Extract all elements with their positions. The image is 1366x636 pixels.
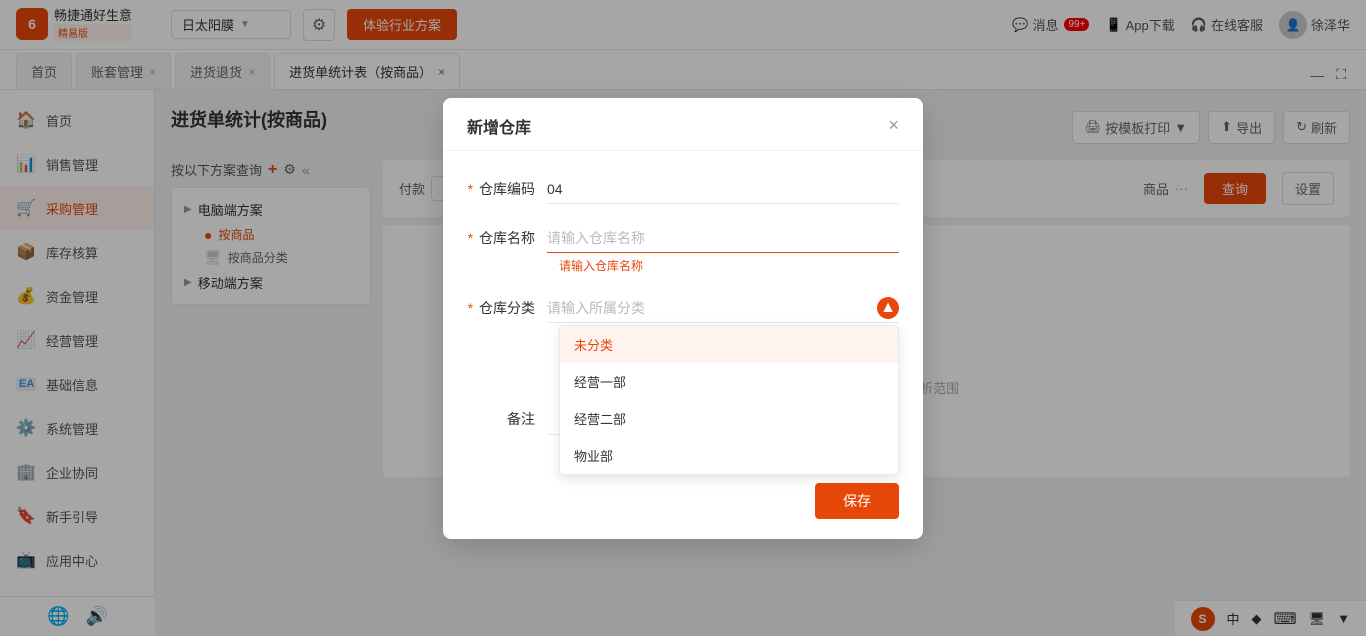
category-input-wrap: ▲ xyxy=(547,294,899,323)
code-row: * 仓库编码 xyxy=(467,175,899,204)
dropdown-item-unclassified[interactable]: 未分类 xyxy=(560,326,898,363)
dropdown-item-dept3[interactable]: 物业部 xyxy=(560,437,898,474)
code-input[interactable] xyxy=(547,175,899,204)
modal-body: * 仓库编码 * 仓库名称 请输入仓库名称 * xyxy=(443,151,923,471)
note-label: 备注 xyxy=(467,409,547,429)
modal-overlay[interactable]: 新增仓库 × * 仓库编码 * 仓库名称 xyxy=(0,0,1366,636)
dropdown-item-dept1[interactable]: 经营一部 xyxy=(560,363,898,400)
modal-close-icon[interactable]: × xyxy=(888,115,899,136)
category-label: * 仓库分类 xyxy=(467,298,547,318)
modal-footer: 保存 xyxy=(443,471,923,539)
category-toggle-icon[interactable]: ▲ xyxy=(877,297,899,319)
add-warehouse-modal: 新增仓库 × * 仓库编码 * 仓库名称 xyxy=(443,98,923,539)
dropdown-item-dept2[interactable]: 经营二部 xyxy=(560,400,898,437)
name-row: * 仓库名称 请输入仓库名称 xyxy=(467,224,899,274)
name-input[interactable] xyxy=(547,224,899,253)
save-button[interactable]: 保存 xyxy=(815,483,899,519)
code-label: * 仓库编码 xyxy=(467,179,547,199)
name-label: * 仓库名称 xyxy=(467,228,547,248)
modal-title: 新增仓库 xyxy=(467,114,531,138)
name-error-msg: 请输入仓库名称 xyxy=(559,257,643,274)
category-dropdown: 未分类 经营一部 经营二部 物业部 xyxy=(559,325,899,475)
category-row: * 仓库分类 ▲ 未分类 经营一部 经营二部 物业部 xyxy=(467,294,899,323)
category-input[interactable] xyxy=(547,294,877,322)
modal-header: 新增仓库 × xyxy=(443,98,923,151)
